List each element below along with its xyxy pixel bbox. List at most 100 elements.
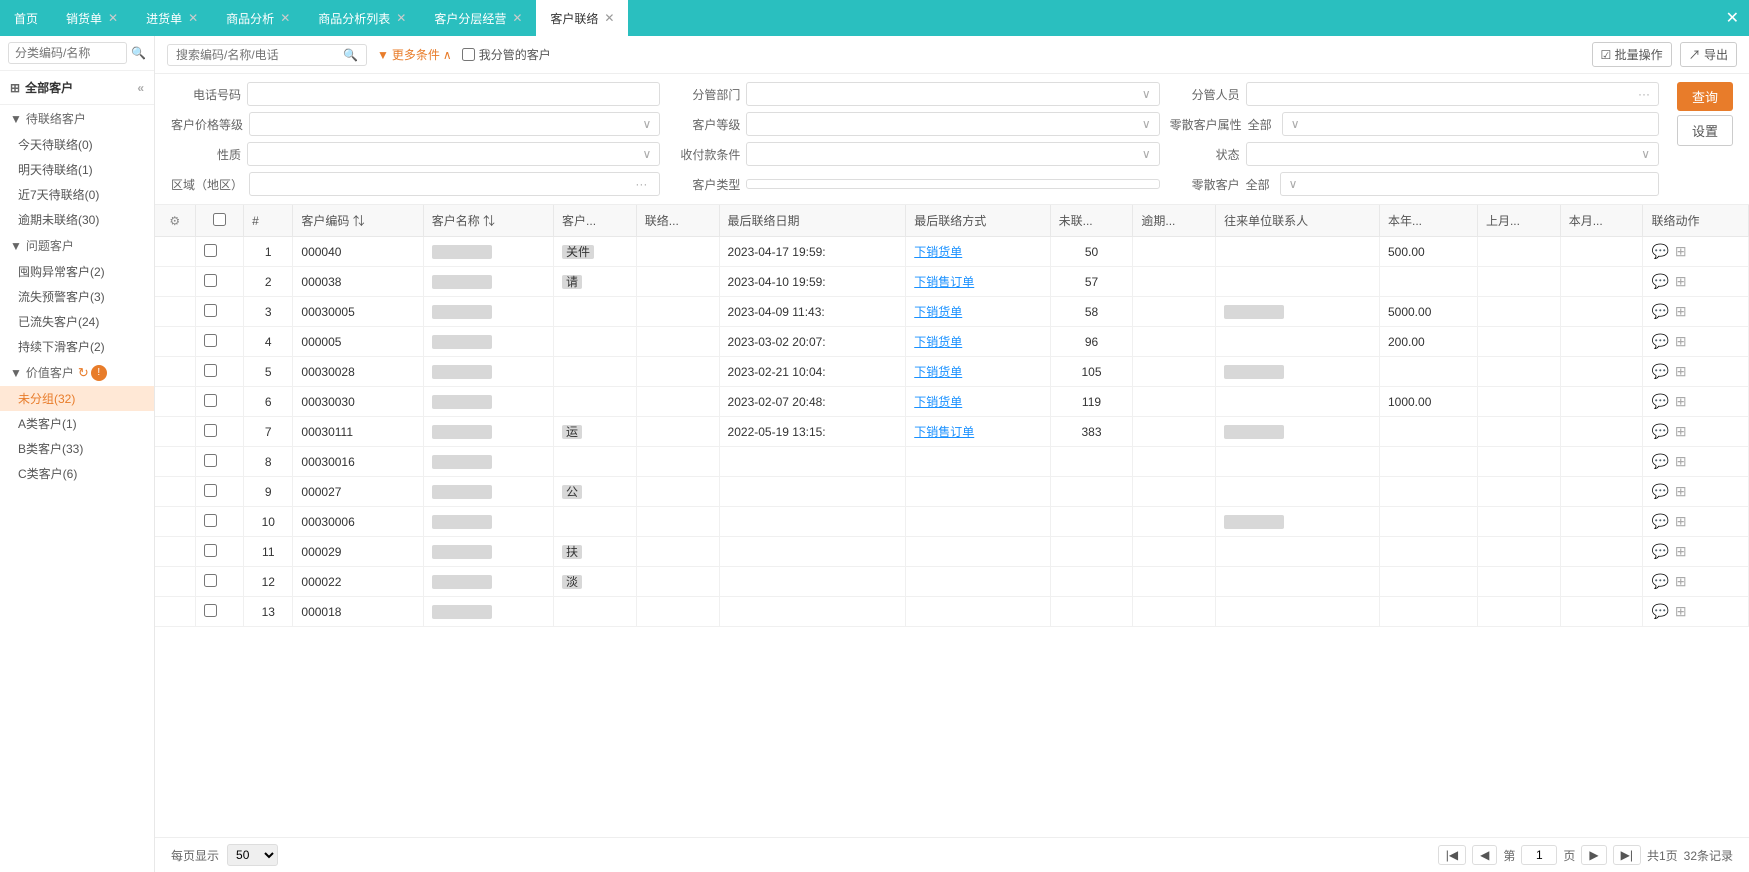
filter-nature-select[interactable]: ∨: [247, 142, 660, 166]
filter-customer-type-select[interactable]: [746, 179, 1159, 189]
row-checkbox[interactable]: [204, 544, 217, 557]
tab-purchase-close[interactable]: ✕: [188, 11, 198, 25]
sidebar-item-class-c[interactable]: C类客户(6): [0, 461, 154, 486]
th-last-contact-method[interactable]: 最后联络方式: [906, 205, 1050, 237]
filter-staff-select[interactable]: ···: [1246, 82, 1659, 106]
action-grid-icon[interactable]: ⊞: [1675, 273, 1687, 290]
action-comment-icon[interactable]: 💬: [1651, 543, 1668, 560]
tab-customer-contact[interactable]: 客户联络 ✕: [536, 0, 628, 36]
action-grid-icon[interactable]: ⊞: [1675, 333, 1687, 350]
sidebar-all-customers[interactable]: ⊞ 全部客户 «: [0, 71, 154, 105]
filter-dept-select[interactable]: ∨: [746, 82, 1159, 106]
row-checkbox[interactable]: [204, 244, 217, 257]
first-page-btn[interactable]: |◀: [1438, 845, 1466, 865]
sidebar-item-overdue-pending[interactable]: 逾期未联络(30): [0, 207, 154, 232]
action-comment-icon[interactable]: 💬: [1651, 483, 1668, 500]
action-grid-icon[interactable]: ⊞: [1675, 303, 1687, 320]
tab-customer-segment[interactable]: 客户分层经营 ✕: [420, 0, 536, 36]
sidebar-item-today-pending[interactable]: 今天待联络(0): [0, 132, 154, 157]
filter-search-input[interactable]: [176, 48, 343, 62]
th-unit-contacts[interactable]: 往来单位联系人: [1216, 205, 1380, 237]
row-checkbox[interactable]: [204, 574, 217, 587]
filter-payment-select[interactable]: ∨: [746, 142, 1159, 166]
filter-region-select[interactable]: ···: [249, 172, 660, 196]
reset-btn[interactable]: 设置: [1677, 115, 1733, 146]
action-comment-icon[interactable]: 💬: [1651, 423, 1668, 440]
row-checkbox[interactable]: [204, 424, 217, 437]
row-checkbox[interactable]: [204, 274, 217, 287]
sidebar-item-declining[interactable]: 持续下滑客户(2): [0, 334, 154, 359]
sidebar-item-churn-warning[interactable]: 流失预警客户(3): [0, 284, 154, 309]
value-refresh-icon[interactable]: ↻: [78, 365, 89, 381]
sidebar-search-input[interactable]: [8, 42, 127, 64]
th-code[interactable]: 客户编码 ⇅: [293, 205, 423, 237]
last-page-btn[interactable]: ▶|: [1613, 845, 1641, 865]
tab-purchase[interactable]: 进货单 ✕: [132, 0, 212, 36]
th-this-year[interactable]: 本年...: [1379, 205, 1477, 237]
th-this-month[interactable]: 本月...: [1560, 205, 1643, 237]
filter-zero-purchase-attr-select[interactable]: ∨: [1282, 112, 1659, 136]
sidebar-item-ungrouped[interactable]: 未分组(32): [0, 386, 154, 411]
th-name[interactable]: 客户名称 ⇅: [423, 205, 553, 237]
action-grid-icon[interactable]: ⊞: [1675, 543, 1687, 560]
page-input[interactable]: [1521, 845, 1557, 865]
per-page-select[interactable]: 50 100 200: [227, 844, 278, 866]
export-btn[interactable]: ↗ 导出: [1680, 42, 1737, 67]
action-grid-icon[interactable]: ⊞: [1675, 603, 1687, 620]
th-no-contact[interactable]: 未联...: [1050, 205, 1133, 237]
row-checkbox[interactable]: [204, 304, 217, 317]
tab-bar-close-all[interactable]: ✕: [1726, 8, 1749, 28]
filter-phone-input[interactable]: [247, 82, 660, 106]
action-comment-icon[interactable]: 💬: [1651, 603, 1668, 620]
th-contact[interactable]: 联络...: [636, 205, 719, 237]
prev-page-btn[interactable]: ◀: [1472, 845, 1497, 865]
th-last-contact-date[interactable]: 最后联络日期: [719, 205, 906, 237]
row-checkbox[interactable]: [204, 514, 217, 527]
tab-product-analysis[interactable]: 商品分析 ✕: [212, 0, 304, 36]
batch-operations-btn[interactable]: ☑ 批量操作: [1592, 42, 1672, 67]
action-grid-icon[interactable]: ⊞: [1675, 513, 1687, 530]
query-btn[interactable]: 查询: [1677, 82, 1733, 111]
th-last-month[interactable]: 上月...: [1477, 205, 1560, 237]
th-overdue[interactable]: 逾期...: [1133, 205, 1216, 237]
sidebar-item-abnormal[interactable]: 囤购异常客户(2): [0, 259, 154, 284]
tab-customer-segment-close[interactable]: ✕: [512, 11, 522, 25]
sidebar-item-churned[interactable]: 已流失客户(24): [0, 309, 154, 334]
action-grid-icon[interactable]: ⊞: [1675, 453, 1687, 470]
tab-sales-close[interactable]: ✕: [108, 11, 118, 25]
tab-home[interactable]: 首页: [0, 0, 52, 36]
sidebar-item-7days-pending[interactable]: 近7天待联络(0): [0, 182, 154, 207]
row-checkbox[interactable]: [204, 484, 217, 497]
action-comment-icon[interactable]: 💬: [1651, 363, 1668, 380]
action-comment-icon[interactable]: 💬: [1651, 333, 1668, 350]
action-comment-icon[interactable]: 💬: [1651, 303, 1668, 320]
next-page-btn[interactable]: ▶: [1581, 845, 1606, 865]
sidebar-search-icon[interactable]: 🔍: [131, 46, 146, 60]
sidebar-item-class-a[interactable]: A类客户(1): [0, 411, 154, 436]
action-grid-icon[interactable]: ⊞: [1675, 393, 1687, 410]
action-grid-icon[interactable]: ⊞: [1675, 573, 1687, 590]
th-type[interactable]: 客户...: [554, 205, 637, 237]
row-checkbox[interactable]: [204, 454, 217, 467]
action-comment-icon[interactable]: 💬: [1651, 243, 1668, 260]
select-all-checkbox[interactable]: [213, 213, 226, 226]
row-checkbox[interactable]: [204, 334, 217, 347]
sidebar-collapse-btn[interactable]: «: [137, 81, 144, 95]
row-checkbox[interactable]: [204, 604, 217, 617]
action-comment-icon[interactable]: 💬: [1651, 393, 1668, 410]
action-grid-icon[interactable]: ⊞: [1675, 423, 1687, 440]
action-comment-icon[interactable]: 💬: [1651, 573, 1668, 590]
action-grid-icon[interactable]: ⊞: [1675, 483, 1687, 500]
th-gear[interactable]: ⚙: [155, 205, 195, 237]
filter-price-level-select[interactable]: ∨: [249, 112, 660, 136]
sidebar-item-tomorrow-pending[interactable]: 明天待联络(1): [0, 157, 154, 182]
action-grid-icon[interactable]: ⊞: [1675, 363, 1687, 380]
filter-more-btn[interactable]: ▼ 更多条件 ∧: [377, 46, 452, 63]
tab-sales[interactable]: 销货单 ✕: [52, 0, 132, 36]
action-comment-icon[interactable]: 💬: [1651, 453, 1668, 470]
filter-search-icon[interactable]: 🔍: [343, 48, 358, 62]
action-grid-icon[interactable]: ⊞: [1675, 243, 1687, 260]
row-checkbox[interactable]: [204, 394, 217, 407]
filter-status-select[interactable]: ∨: [1246, 142, 1659, 166]
tab-product-analysis-list-close[interactable]: ✕: [396, 11, 406, 25]
